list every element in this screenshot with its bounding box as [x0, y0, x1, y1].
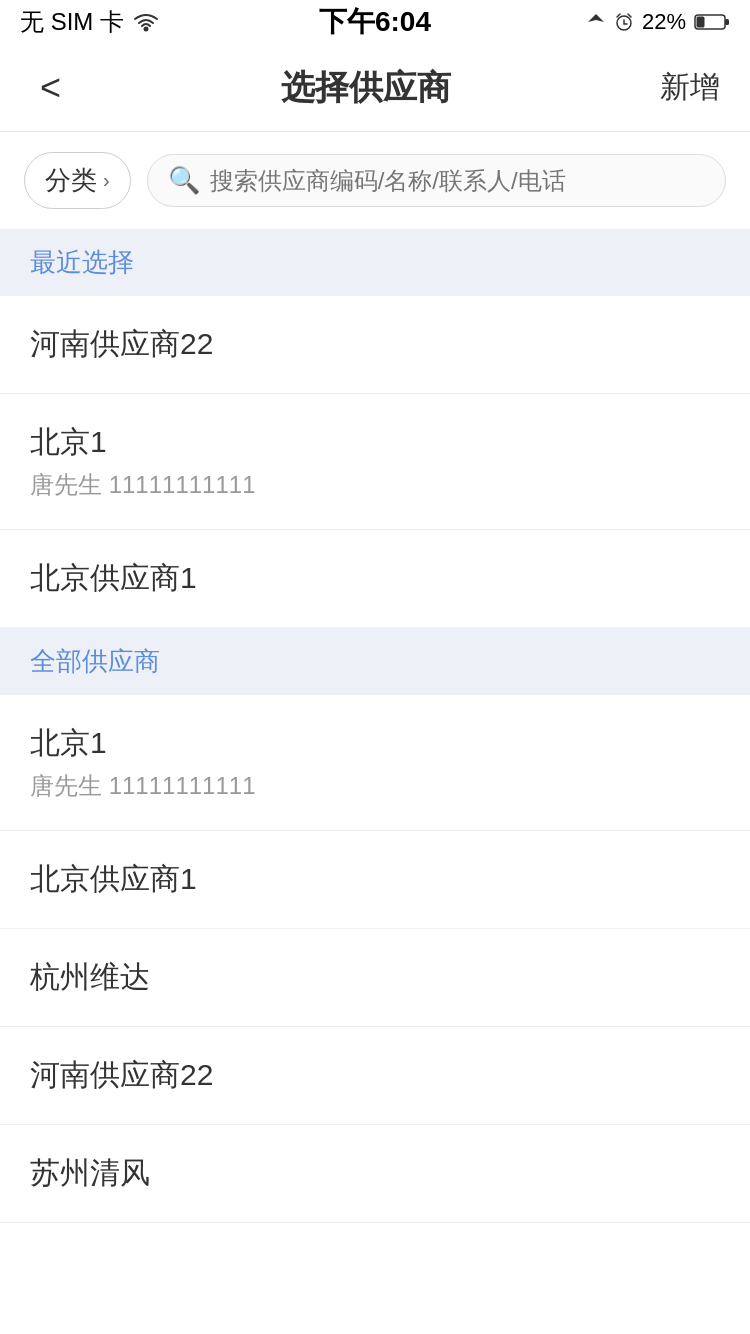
- all-list-item[interactable]: 北京供应商1: [0, 831, 750, 929]
- item-name: 北京供应商1: [30, 859, 720, 900]
- alarm-icon: [614, 12, 634, 32]
- chevron-right-icon: ›: [103, 169, 110, 192]
- location-icon: [586, 12, 606, 32]
- search-icon: 🔍: [168, 165, 200, 196]
- search-box[interactable]: 🔍: [147, 154, 726, 207]
- page-title: 选择供应商: [281, 65, 451, 111]
- category-button[interactable]: 分类 ›: [24, 152, 131, 209]
- battery-icon: [694, 13, 730, 31]
- item-name: 河南供应商22: [30, 324, 720, 365]
- status-left: 无 SIM 卡: [20, 6, 160, 38]
- all-section-header: 全部供应商: [0, 628, 750, 695]
- item-name: 杭州维达: [30, 957, 720, 998]
- status-time: 下午6:04: [319, 3, 431, 41]
- all-label: 全部供应商: [30, 646, 160, 676]
- svg-point-0: [144, 27, 149, 32]
- filter-bar: 分类 › 🔍: [0, 132, 750, 229]
- all-list-item[interactable]: 杭州维达: [0, 929, 750, 1027]
- category-label: 分类: [45, 163, 97, 198]
- svg-rect-4: [697, 17, 705, 28]
- recent-list: 河南供应商22 北京1 唐先生 11111111111 北京供应商1: [0, 296, 750, 628]
- no-sim-text: 无 SIM 卡: [20, 6, 124, 38]
- recent-label: 最近选择: [30, 247, 134, 277]
- all-list: 北京1 唐先生 11111111111 北京供应商1 杭州维达河南供应商22 苏州清风: [0, 695, 750, 1223]
- recent-list-item[interactable]: 北京1 唐先生 11111111111: [0, 394, 750, 530]
- item-name: 北京1: [30, 723, 720, 764]
- svg-rect-3: [725, 19, 729, 25]
- item-name: 北京供应商1: [30, 558, 720, 599]
- all-list-item[interactable]: 苏州清风: [0, 1125, 750, 1223]
- item-name: 苏州清风: [30, 1153, 720, 1194]
- all-list-item[interactable]: 河南供应商22: [0, 1027, 750, 1125]
- nav-bar: < 选择供应商 新增: [0, 44, 750, 132]
- item-name: 河南供应商22: [30, 1055, 720, 1096]
- wifi-icon: [132, 12, 160, 32]
- all-list-item[interactable]: 北京1 唐先生 11111111111: [0, 695, 750, 831]
- status-right: 22%: [586, 9, 730, 35]
- item-name: 北京1: [30, 422, 720, 463]
- item-sub: 唐先生 11111111111: [30, 469, 720, 501]
- item-sub: 唐先生 11111111111: [30, 770, 720, 802]
- battery-text: 22%: [642, 9, 686, 35]
- status-bar: 无 SIM 卡 下午6:04 22%: [0, 0, 750, 44]
- add-button[interactable]: 新增: [660, 67, 720, 108]
- search-input[interactable]: [210, 167, 705, 195]
- back-button[interactable]: <: [30, 57, 71, 119]
- recent-list-item[interactable]: 北京供应商1: [0, 530, 750, 628]
- recent-list-item[interactable]: 河南供应商22: [0, 296, 750, 394]
- recent-section-header: 最近选择: [0, 229, 750, 296]
